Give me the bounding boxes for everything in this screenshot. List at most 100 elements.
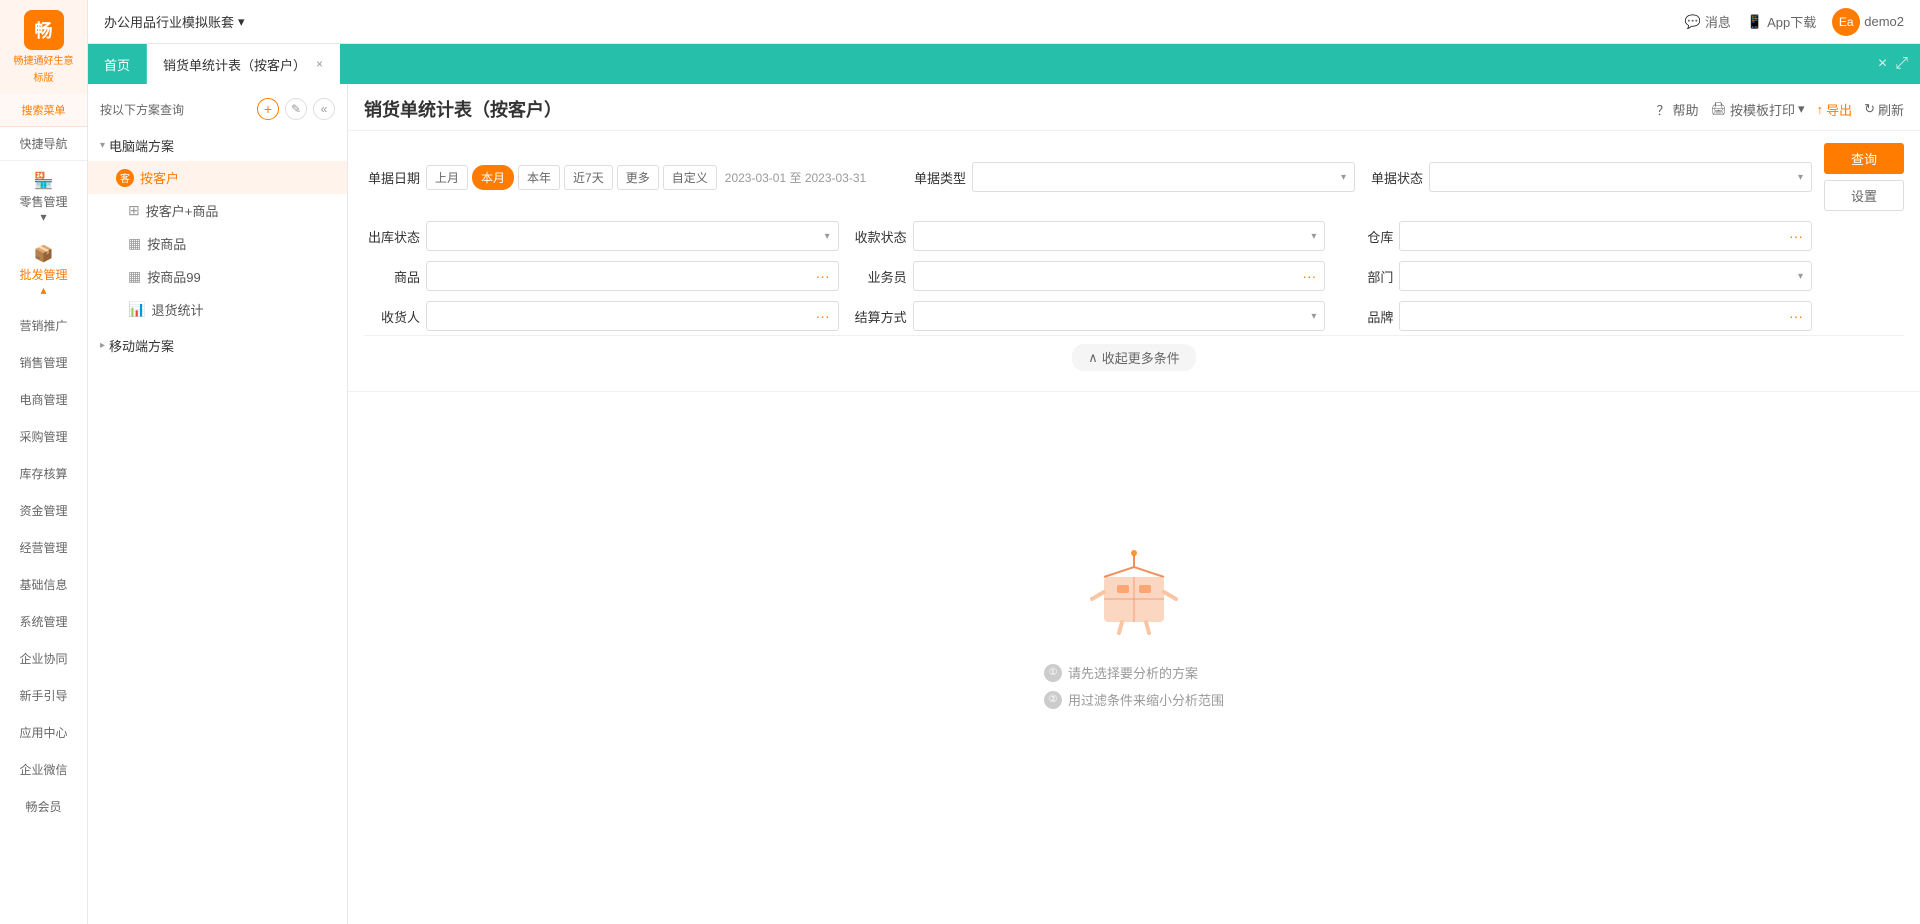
date-btn-custom[interactable]: 自定义: [663, 165, 717, 190]
empty-illustration: [1074, 527, 1194, 647]
sidebar-item-enterprise[interactable]: 企业协同: [0, 640, 87, 677]
user-initials: Ea: [1839, 15, 1854, 29]
scheme-sub-icon-2: ▦: [128, 235, 141, 252]
sidebar-item-guide[interactable]: 新手引导: [0, 677, 87, 714]
sidebar-item-system[interactable]: 系统管理: [0, 603, 87, 640]
message-icon: 💬: [1685, 14, 1701, 30]
sidebar-item-sales[interactable]: 销售管理: [0, 344, 87, 381]
app-download-button[interactable]: 📱 App下载: [1747, 12, 1816, 31]
scheme-add-button[interactable]: +: [257, 98, 279, 120]
tab-home[interactable]: 首页: [88, 44, 147, 84]
goods-input[interactable]: ···: [426, 261, 839, 291]
scheme-item-by-customer[interactable]: 客 按客户: [88, 161, 347, 194]
industry-selector[interactable]: 办公用品行业模拟账套 ▾: [104, 12, 245, 31]
scheme-panel-header: 按以下方案查询 + ✎ «: [88, 92, 347, 126]
out-status-arrow-icon: ▾: [825, 231, 830, 242]
sidebar-item-appcenter[interactable]: 应用中心: [0, 714, 87, 751]
date-btn-7days[interactable]: 近7天: [564, 165, 613, 190]
tab-close-icon[interactable]: ×: [316, 57, 323, 71]
doc-type-select[interactable]: ▾: [972, 162, 1355, 192]
tab-active-label: 销货单统计表（按客户）: [163, 55, 306, 74]
sidebar-item-basic[interactable]: 基础信息: [0, 566, 87, 603]
search-menu[interactable]: 搜索菜单: [0, 94, 87, 127]
tab-home-label: 首页: [104, 55, 130, 74]
query-button[interactable]: 查询: [1824, 143, 1904, 174]
doc-status-arrow-icon: ▾: [1798, 172, 1803, 183]
filter-area: 单据日期 上月 本月 本年 近7天 更多 自定义 2023-03-01 至 20…: [348, 131, 1920, 392]
export-action[interactable]: ↑ 导出: [1817, 100, 1853, 119]
collapse-button[interactable]: ∧ 收起更多条件: [1072, 344, 1196, 371]
brand-input[interactable]: ···: [1399, 301, 1812, 331]
help-action[interactable]: ？ 帮助: [1656, 100, 1698, 119]
sidebar-item-ecom[interactable]: 电商管理: [0, 381, 87, 418]
date-range-text: 2023-03-01 至 2023-03-31: [725, 169, 866, 186]
user-profile[interactable]: Ea demo2: [1832, 8, 1904, 36]
wholesale-icon: 📦: [4, 244, 83, 264]
user-name: demo2: [1864, 14, 1904, 29]
tab-maximize-btn[interactable]: ⤢: [1895, 55, 1908, 73]
date-filter-group: 上月 本月 本年 近7天 更多 自定义 2023-03-01 至 2023-03…: [426, 165, 866, 190]
main-area: 办公用品行业模拟账套 ▾ 💬 消息 📱 App下载 Ea demo2 首页: [88, 0, 1920, 924]
brand-label: 品牌: [1337, 307, 1393, 326]
goods-dots-icon[interactable]: ···: [816, 268, 830, 284]
recipient-dots-icon[interactable]: ···: [816, 308, 830, 324]
quick-nav[interactable]: 快捷导航: [0, 127, 87, 161]
recipient-input[interactable]: ···: [426, 301, 839, 331]
scheme-item-by-goods99[interactable]: ▦ 按商品99: [88, 260, 347, 293]
scheme-item-by-goods[interactable]: ▦ 按商品: [88, 227, 347, 260]
download-icon: 📱: [1747, 14, 1763, 30]
settings-button[interactable]: 设置: [1824, 180, 1904, 211]
messages-button[interactable]: 💬 消息: [1685, 12, 1731, 31]
sidebar-item-retail-label: 零售管理: [4, 193, 83, 210]
sidebar-item-inventory[interactable]: 库存核算: [0, 455, 87, 492]
out-status-select[interactable]: ▾: [426, 221, 839, 251]
sidebar-item-guide-label: 新手引导: [4, 687, 83, 704]
quick-nav-label: 快捷导航: [4, 135, 83, 152]
sidebar-item-member[interactable]: 畅会员: [0, 788, 87, 825]
date-btn-more[interactable]: 更多: [617, 165, 659, 190]
doc-status-select[interactable]: ▾: [1429, 162, 1812, 192]
scheme-item-by-customer-goods[interactable]: ⊞ 按客户+商品: [88, 194, 347, 227]
goods-label: 商品: [364, 267, 420, 286]
print-action[interactable]: 🖨 按模板打印 ▾: [1711, 100, 1805, 119]
sidebar-item-purchase-label: 采购管理: [4, 428, 83, 445]
scheme-item-return-stats[interactable]: 📊 退货统计: [88, 293, 347, 326]
warehouse-input[interactable]: ···: [1399, 221, 1812, 251]
warehouse-dots-icon[interactable]: ···: [1789, 228, 1803, 244]
sidebar-item-system-label: 系统管理: [4, 613, 83, 630]
brand-dots-icon[interactable]: ···: [1789, 308, 1803, 324]
date-btn-this-year[interactable]: 本年: [518, 165, 560, 190]
salesperson-dots-icon[interactable]: ···: [1302, 268, 1316, 284]
mobile-arrow-icon: ▸: [100, 340, 105, 351]
scheme-collapse-button[interactable]: «: [313, 98, 335, 120]
sidebar-item-retail[interactable]: 🏪 零售管理 ▾: [0, 161, 87, 234]
scheme-edit-button[interactable]: ✎: [285, 98, 307, 120]
search-menu-label: 搜索菜单: [4, 102, 83, 118]
sidebar-item-marketing[interactable]: 营销推广: [0, 307, 87, 344]
sidebar-item-operations[interactable]: 经营管理: [0, 529, 87, 566]
dept-select[interactable]: ▾: [1399, 261, 1812, 291]
scheme-sub-icon-1: ⊞: [128, 202, 140, 219]
desktop-schemes-section: ▾ 电脑端方案 客 按客户 ⊞ 按客户+商品 ▦ 按商品 ▦ 按商品: [88, 130, 347, 326]
sidebar-item-sales-label: 销售管理: [4, 354, 83, 371]
salesperson-input[interactable]: ···: [913, 261, 1326, 291]
mobile-schemes-header[interactable]: ▸ 移动端方案: [88, 330, 347, 361]
date-btn-last-month[interactable]: 上月: [426, 165, 468, 190]
tab-active[interactable]: 销货单统计表（按客户） ×: [147, 44, 340, 84]
sidebar-item-finance[interactable]: 资金管理: [0, 492, 87, 529]
date-btn-this-month[interactable]: 本月: [472, 165, 514, 190]
tab-actions: × ⤢: [1866, 55, 1920, 73]
collapse-row: ∧ 收起更多条件: [364, 335, 1904, 379]
scheme-item-return-stats-label: 退货统计: [151, 300, 203, 319]
desktop-schemes-header[interactable]: ▾ 电脑端方案: [88, 130, 347, 161]
receipt-status-select[interactable]: ▾: [913, 221, 1326, 251]
sidebar-item-purchase[interactable]: 采购管理: [0, 418, 87, 455]
settlement-select[interactable]: ▾: [913, 301, 1326, 331]
tab-close-btn[interactable]: ×: [1878, 55, 1887, 73]
sidebar-item-wholesale[interactable]: 📦 批发管理 ▴: [0, 234, 87, 307]
refresh-action[interactable]: ↻ 刷新: [1864, 100, 1904, 119]
page-header: 销货单统计表（按客户） ？ 帮助 🖨 按模板打印 ▾ ↑ 导出: [348, 84, 1920, 131]
page-title: 销货单统计表（按客户）: [364, 96, 1656, 122]
sidebar-item-wechat[interactable]: 企业微信: [0, 751, 87, 788]
sidebar: 畅 畅捷通好生意 标版 搜索菜单 快捷导航 🏪 零售管理 ▾ 📦 批发管理 ▴ …: [0, 0, 88, 924]
